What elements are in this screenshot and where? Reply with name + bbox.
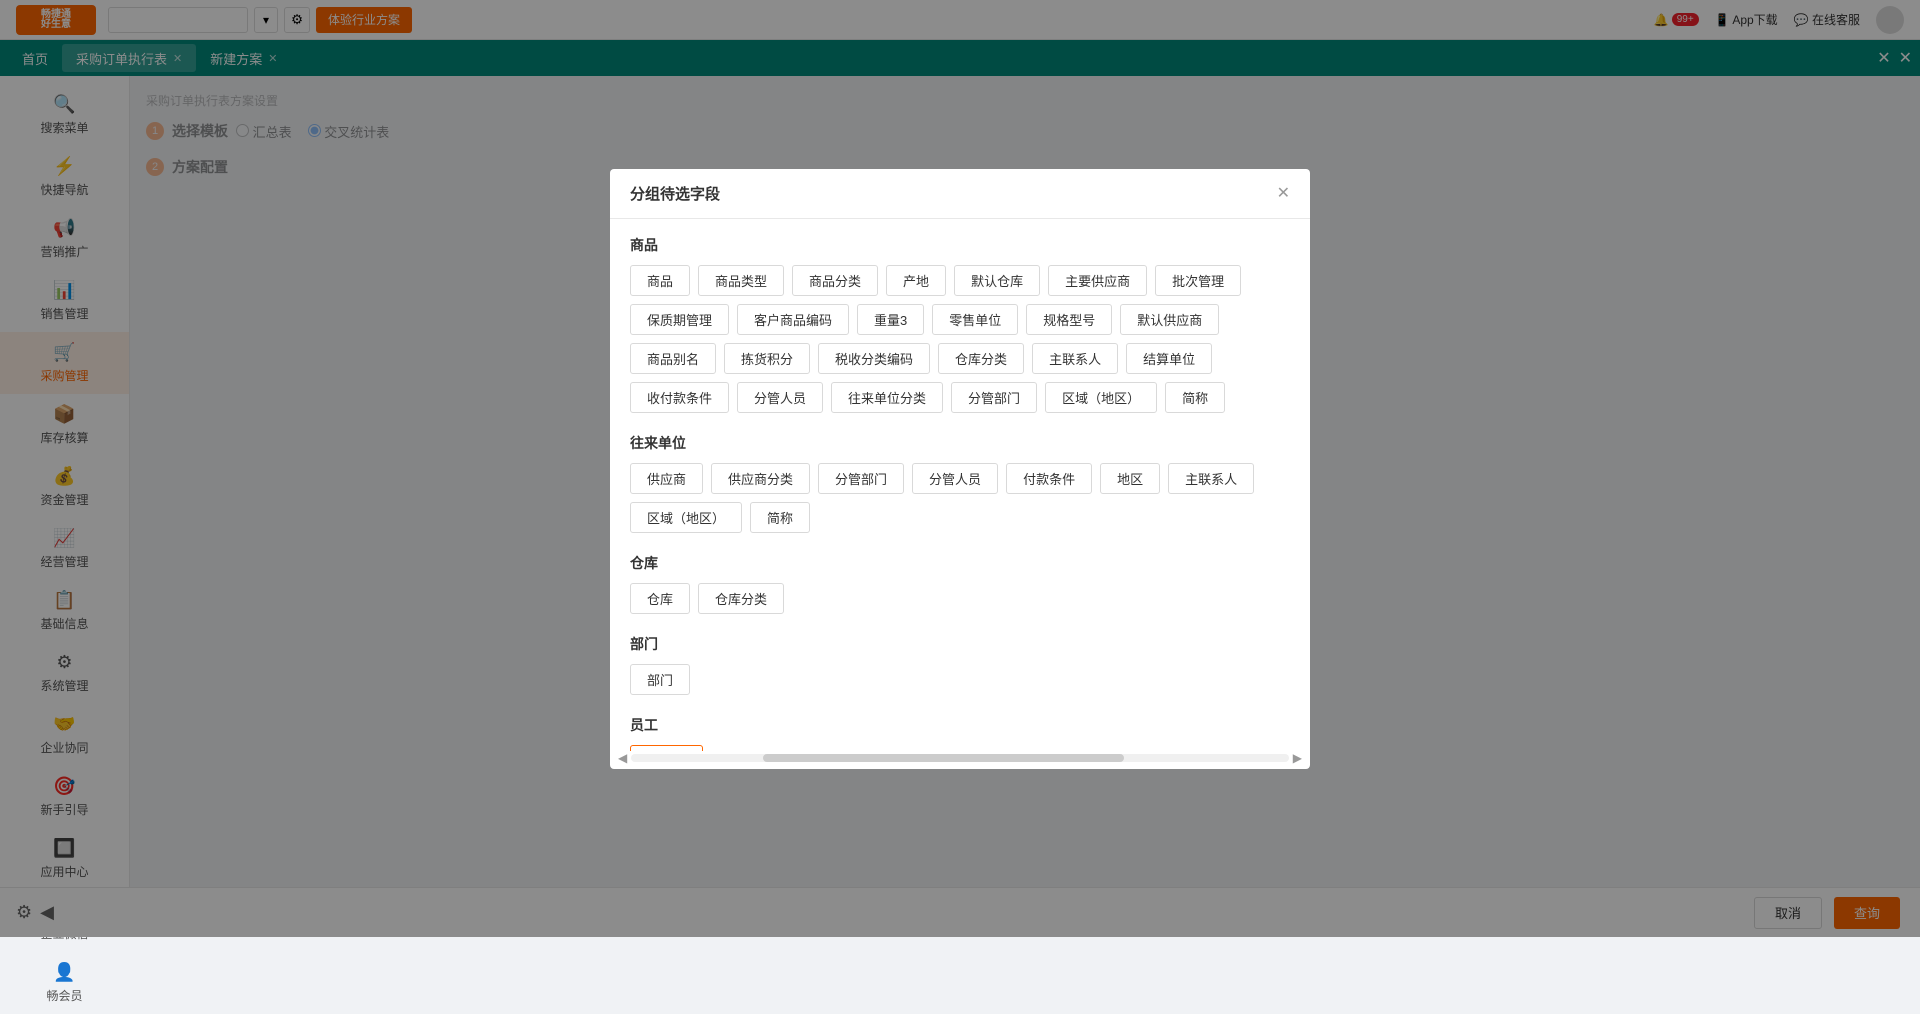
- field-warehouse[interactable]: 仓库: [630, 583, 690, 614]
- section-counterparty-title: 往来单位: [630, 433, 1290, 453]
- field-pick-points[interactable]: 拣货积分: [724, 343, 810, 374]
- field-supplier[interactable]: 供应商: [630, 463, 703, 494]
- section-department-title: 部门: [630, 634, 1290, 654]
- field-customer-code[interactable]: 客户商品编码: [737, 304, 849, 335]
- field-region-product[interactable]: 区域（地区）: [1045, 382, 1157, 413]
- field-product-type[interactable]: 商品类型: [698, 265, 784, 296]
- member-icon: 👤: [53, 962, 75, 983]
- scroll-right-arrow[interactable]: ▶: [1293, 751, 1302, 765]
- section-department: 部门 部门: [630, 634, 1290, 695]
- scroll-left-arrow[interactable]: ◀: [618, 751, 627, 765]
- field-department[interactable]: 部门: [630, 664, 690, 695]
- field-default-warehouse[interactable]: 默认仓库: [954, 265, 1040, 296]
- field-abbr-product[interactable]: 简称: [1165, 382, 1225, 413]
- section-product: 商品 商品 商品类型 商品分类 产地 默认仓库 主要供应商 批次管理 保质期管理…: [630, 235, 1290, 413]
- field-abbr-counterparty[interactable]: 简称: [750, 502, 810, 533]
- field-main-supplier[interactable]: 主要供应商: [1048, 265, 1147, 296]
- field-batch-manage[interactable]: 批次管理: [1155, 265, 1241, 296]
- field-weight[interactable]: 重量3: [857, 304, 924, 335]
- field-main-contact[interactable]: 主联系人: [1032, 343, 1118, 374]
- section-employee-title: 员工: [630, 715, 1290, 735]
- section-counterparty: 往来单位 供应商 供应商分类 分管部门 分管人员 付款条件 地区 主联系人 区域…: [630, 433, 1290, 533]
- field-payment-terms[interactable]: 收付款条件: [630, 382, 729, 413]
- field-retail-unit[interactable]: 零售单位: [932, 304, 1018, 335]
- section-warehouse-title: 仓库: [630, 553, 1290, 573]
- field-area[interactable]: 地区: [1100, 463, 1160, 494]
- field-region-counterparty[interactable]: 区域（地区）: [630, 502, 742, 533]
- section-department-fields: 部门: [630, 664, 1290, 695]
- field-supplier-category[interactable]: 供应商分类: [711, 463, 810, 494]
- field-shelf-life[interactable]: 保质期管理: [630, 304, 729, 335]
- field-tax-code[interactable]: 税收分类编码: [818, 343, 930, 374]
- section-employee: 员工 业务员: [630, 715, 1290, 751]
- modal-body: 商品 商品 商品类型 商品分类 产地 默认仓库 主要供应商 批次管理 保质期管理…: [610, 219, 1310, 751]
- field-supervisor[interactable]: 分管人员: [737, 382, 823, 413]
- field-dept[interactable]: 分管部门: [951, 382, 1037, 413]
- section-warehouse: 仓库 仓库 仓库分类: [630, 553, 1290, 614]
- modal-close-button[interactable]: ✕: [1277, 183, 1290, 203]
- field-supervisor-dept[interactable]: 分管部门: [818, 463, 904, 494]
- field-settlement-unit[interactable]: 结算单位: [1126, 343, 1212, 374]
- field-supervisor-person[interactable]: 分管人员: [912, 463, 998, 494]
- sidebar-item-member[interactable]: 👤 畅会员: [0, 952, 129, 1014]
- modal: 分组待选字段 ✕ 商品 商品 商品类型 商品分类 产地 默认仓库 主要供应商 批…: [610, 169, 1310, 769]
- field-counterparty-category[interactable]: 往来单位分类: [831, 382, 943, 413]
- field-spec-model[interactable]: 规格型号: [1026, 304, 1112, 335]
- modal-header: 分组待选字段 ✕: [610, 169, 1310, 219]
- modal-title: 分组待选字段: [630, 183, 720, 204]
- section-warehouse-fields: 仓库 仓库分类: [630, 583, 1290, 614]
- section-counterparty-fields: 供应商 供应商分类 分管部门 分管人员 付款条件 地区 主联系人 区域（地区） …: [630, 463, 1290, 533]
- modal-overlay: 分组待选字段 ✕ 商品 商品 商品类型 商品分类 产地 默认仓库 主要供应商 批…: [0, 0, 1920, 937]
- field-default-supplier[interactable]: 默认供应商: [1120, 304, 1219, 335]
- field-product-category[interactable]: 商品分类: [792, 265, 878, 296]
- field-product-alias[interactable]: 商品别名: [630, 343, 716, 374]
- field-product[interactable]: 商品: [630, 265, 690, 296]
- section-product-title: 商品: [630, 235, 1290, 255]
- field-main-contact-2[interactable]: 主联系人: [1168, 463, 1254, 494]
- field-payment-condition[interactable]: 付款条件: [1006, 463, 1092, 494]
- field-warehouse-category[interactable]: 仓库分类: [938, 343, 1024, 374]
- field-origin[interactable]: 产地: [886, 265, 946, 296]
- section-product-fields: 商品 商品类型 商品分类 产地 默认仓库 主要供应商 批次管理 保质期管理 客户…: [630, 265, 1290, 413]
- field-warehouse-type[interactable]: 仓库分类: [698, 583, 784, 614]
